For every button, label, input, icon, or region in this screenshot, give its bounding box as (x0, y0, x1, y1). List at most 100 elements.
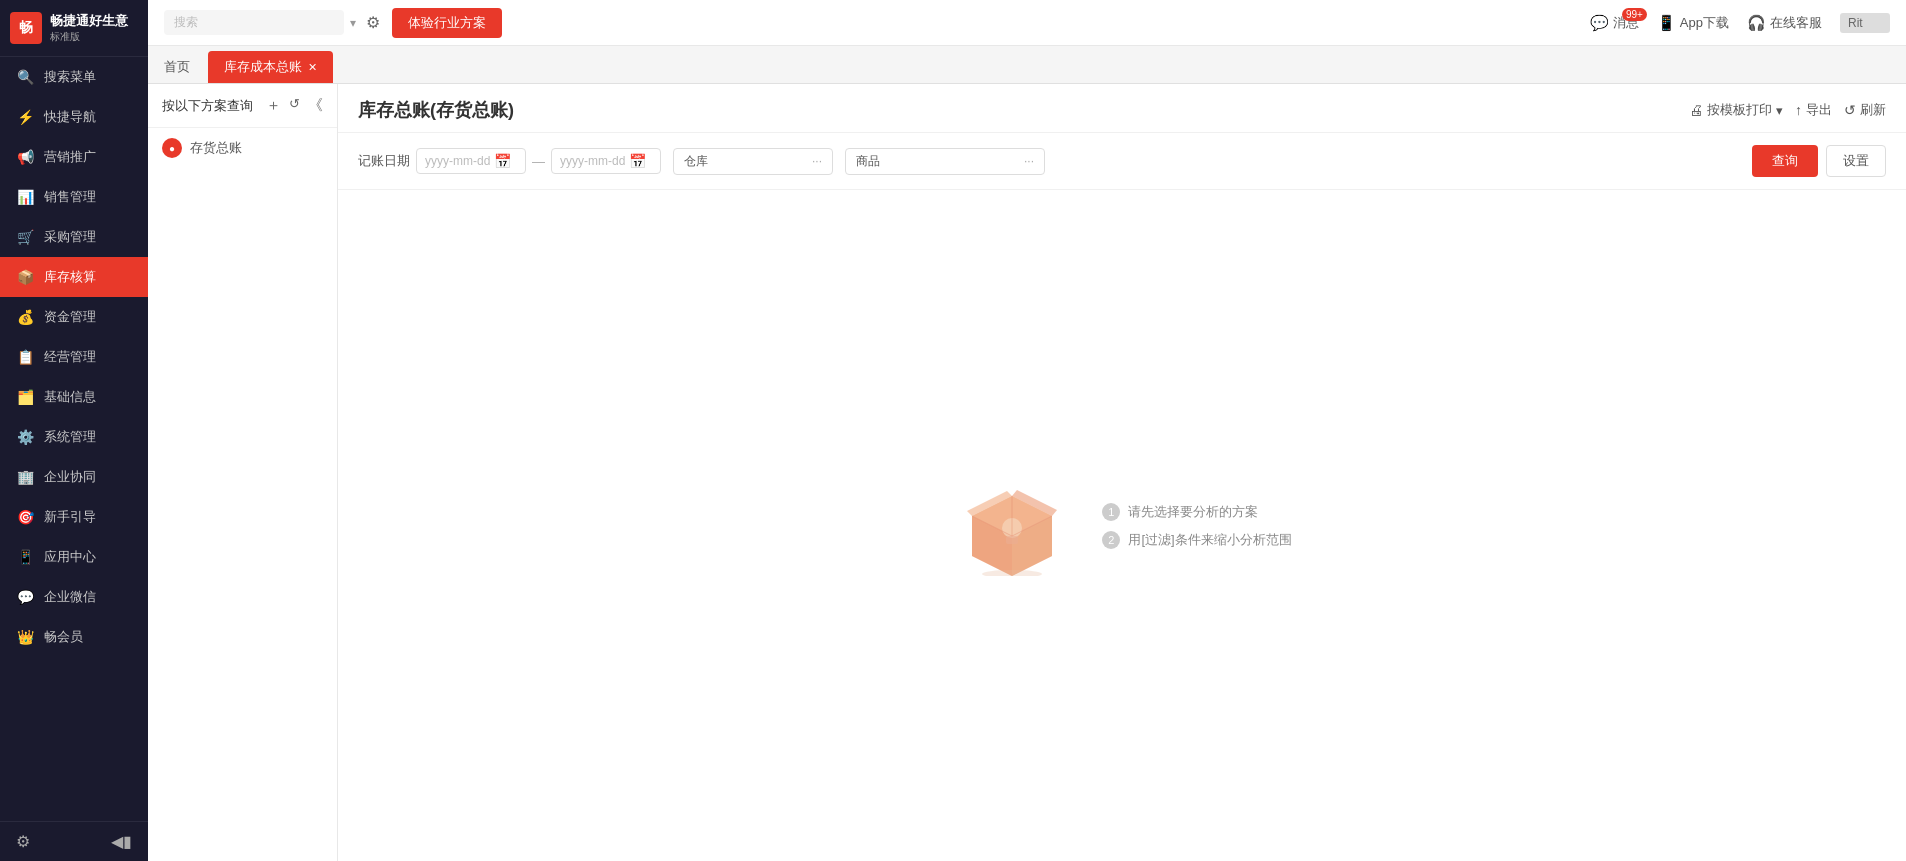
sidebar-label-purchase: 采购管理 (44, 228, 96, 246)
sidebar-icon-basic: 🗂️ (16, 388, 34, 406)
tip-num-2: 2 (1102, 531, 1120, 549)
sidebar-icon-guide: 🎯 (16, 508, 34, 526)
filter-title: 按以下方案查询 (162, 97, 266, 115)
sidebar-item-operation[interactable]: 📋 经营管理 (0, 337, 148, 377)
sidebar-label-appstore: 应用中心 (44, 548, 96, 566)
empty-tips: 1 请先选择要分析的方案 2 用[过滤]条件来缩小分析范围 (1102, 503, 1291, 549)
topbar-search-box[interactable]: 搜索 (164, 10, 344, 35)
logo-text: 畅捷通好生意 标准版 (50, 12, 128, 44)
sidebar-icon-search: 🔍 (16, 68, 34, 86)
sidebar-item-system[interactable]: ⚙️ 系统管理 (0, 417, 148, 457)
setting-button[interactable]: 设置 (1826, 145, 1886, 177)
sidebar-item-finance[interactable]: 💰 资金管理 (0, 297, 148, 337)
filter-item-label: 存货总账 (190, 139, 242, 157)
warehouse-select[interactable]: 仓库 ··· (673, 148, 833, 175)
online-support-button[interactable]: 🎧 在线客服 (1747, 14, 1822, 32)
product-select[interactable]: 商品 ··· (845, 148, 1045, 175)
sidebar-item-search[interactable]: 🔍 搜索菜单 (0, 57, 148, 97)
sidebar-item-appstore[interactable]: 📱 应用中心 (0, 537, 148, 577)
sidebar-item-shortcut[interactable]: ⚡ 快捷导航 (0, 97, 148, 137)
search-chevron-icon[interactable]: ▾ (350, 16, 356, 30)
sidebar-icon-wxwork: 💬 (16, 588, 34, 606)
sidebar-icon-system: ⚙️ (16, 428, 34, 446)
product-label: 商品 (856, 153, 880, 170)
tab-home[interactable]: 首页 (148, 51, 206, 83)
print-chevron-icon: ▾ (1776, 103, 1783, 118)
sidebar-item-purchase[interactable]: 🛒 采购管理 (0, 217, 148, 257)
sidebar-icon-vip: 👑 (16, 628, 34, 646)
filter-collapse-icon[interactable]: 《 (308, 96, 323, 115)
settings-icon[interactable]: ⚙ (16, 832, 30, 851)
sidebar-label-basic: 基础信息 (44, 388, 96, 406)
refresh-button[interactable]: ↺ 刷新 (1844, 101, 1886, 119)
print-icon: 🖨 (1689, 102, 1703, 118)
sidebar-label-operation: 经营管理 (44, 348, 96, 366)
topbar-left: 搜索 ▾ ⚙ 体验行业方案 (164, 8, 1590, 38)
sidebar-label-guide: 新手引导 (44, 508, 96, 526)
sidebar-icon-marketing: 📢 (16, 148, 34, 166)
sidebar-item-enterprise[interactable]: 🏢 企业协同 (0, 457, 148, 497)
app-download-button[interactable]: 📱 App下载 (1657, 14, 1729, 32)
sidebar-item-inventory[interactable]: 📦 库存核算 (0, 257, 148, 297)
sidebar-nav: 🔍 搜索菜单 ⚡ 快捷导航 📢 营销推广 📊 销售管理 🛒 采购管理 📦 库存核… (0, 57, 148, 821)
date-start-input[interactable]: yyyy-mm-dd 📅 (416, 148, 526, 174)
calendar-end-icon: 📅 (629, 153, 646, 169)
message-button[interactable]: 💬 消息 99+ (1590, 14, 1639, 32)
sidebar-label-search: 搜索菜单 (44, 68, 96, 86)
sidebar-item-guide[interactable]: 🎯 新手引导 (0, 497, 148, 537)
topbar: 搜索 ▾ ⚙ 体验行业方案 💬 消息 99+ 📱 App下载 🎧 在线客服 Ri… (148, 0, 1906, 46)
sidebar-icon-operation: 📋 (16, 348, 34, 366)
sidebar-item-vip[interactable]: 👑 畅会员 (0, 617, 148, 657)
sidebar-label-shortcut: 快捷导航 (44, 108, 96, 126)
industry-solution-button[interactable]: 体验行业方案 (392, 8, 502, 38)
search-button[interactable]: 查询 (1752, 145, 1818, 177)
filter-item-inventory-ledger[interactable]: ● 存货总账 (148, 128, 337, 168)
filter-refresh-icon[interactable]: ↺ (289, 96, 300, 115)
sidebar-label-vip: 畅会员 (44, 628, 83, 646)
page-header: 库存总账(存货总账) 🖨 按模板打印 ▾ ↑ 导出 ↺ 刷新 (338, 84, 1906, 133)
tip-num-1: 1 (1102, 503, 1120, 521)
main-area: 搜索 ▾ ⚙ 体验行业方案 💬 消息 99+ 📱 App下载 🎧 在线客服 Ri… (148, 0, 1906, 861)
print-button[interactable]: 🖨 按模板打印 ▾ (1689, 101, 1783, 119)
main-content: 库存总账(存货总账) 🖨 按模板打印 ▾ ↑ 导出 ↺ 刷新 (338, 84, 1906, 861)
warehouse-label: 仓库 (684, 153, 708, 170)
date-end-placeholder: yyyy-mm-dd (560, 154, 625, 168)
tab-inventory-ledger[interactable]: 库存成本总账 ✕ (208, 51, 333, 83)
empty-tip-2: 2 用[过滤]条件来缩小分析范围 (1102, 531, 1291, 549)
search-placeholder: 搜索 (174, 14, 198, 31)
date-start-placeholder: yyyy-mm-dd (425, 154, 490, 168)
date-field: 记账日期 yyyy-mm-dd 📅 — yyyy-mm-dd 📅 (358, 148, 661, 174)
product-more-icon: ··· (1024, 154, 1034, 168)
empty-content: 1 请先选择要分析的方案 2 用[过滤]条件来缩小分析范围 (952, 476, 1291, 576)
sidebar-item-marketing[interactable]: 📢 营销推广 (0, 137, 148, 177)
sidebar-label-wxwork: 企业微信 (44, 588, 96, 606)
logo-icon: 畅 (10, 12, 42, 44)
date-end-input[interactable]: yyyy-mm-dd 📅 (551, 148, 661, 174)
filter-header-icons: ＋ ↺ 《 (266, 96, 323, 115)
content-area: 按以下方案查询 ＋ ↺ 《 ● 存货总账 库存总账(存货总账) (148, 84, 1906, 861)
audio-icon[interactable]: ◀▮ (111, 832, 132, 851)
export-button[interactable]: ↑ 导出 (1795, 101, 1832, 119)
sidebar-logo: 畅 畅捷通好生意 标准版 (0, 0, 148, 57)
sidebar-icon-sales: 📊 (16, 188, 34, 206)
sidebar-label-enterprise: 企业协同 (44, 468, 96, 486)
filter-header: 按以下方案查询 ＋ ↺ 《 (148, 84, 337, 128)
sidebar-item-wxwork[interactable]: 💬 企业微信 (0, 577, 148, 617)
calendar-start-icon: 📅 (494, 153, 511, 169)
topbar-right: 💬 消息 99+ 📱 App下载 🎧 在线客服 Rit (1590, 13, 1890, 33)
sidebar-icon-enterprise: 🏢 (16, 468, 34, 486)
tab-close-icon[interactable]: ✕ (308, 61, 317, 74)
topbar-gear-icon[interactable]: ⚙ (366, 13, 380, 32)
filter-add-icon[interactable]: ＋ (266, 96, 281, 115)
sidebar-item-basic[interactable]: 🗂️ 基础信息 (0, 377, 148, 417)
warehouse-more-icon: ··· (812, 154, 822, 168)
sidebar-item-sales[interactable]: 📊 销售管理 (0, 177, 148, 217)
user-avatar[interactable]: Rit (1840, 13, 1890, 33)
svg-rect-7 (1006, 536, 1018, 544)
phone-icon: 📱 (1657, 14, 1676, 32)
sidebar: 畅 畅捷通好生意 标准版 🔍 搜索菜单 ⚡ 快捷导航 📢 营销推广 📊 销售管理… (0, 0, 148, 861)
headset-icon: 🎧 (1747, 14, 1766, 32)
tip-text-2: 用[过滤]条件来缩小分析范围 (1128, 531, 1291, 549)
search-actions: 查询 设置 (1752, 145, 1886, 177)
page-actions: 🖨 按模板打印 ▾ ↑ 导出 ↺ 刷新 (1689, 101, 1886, 119)
